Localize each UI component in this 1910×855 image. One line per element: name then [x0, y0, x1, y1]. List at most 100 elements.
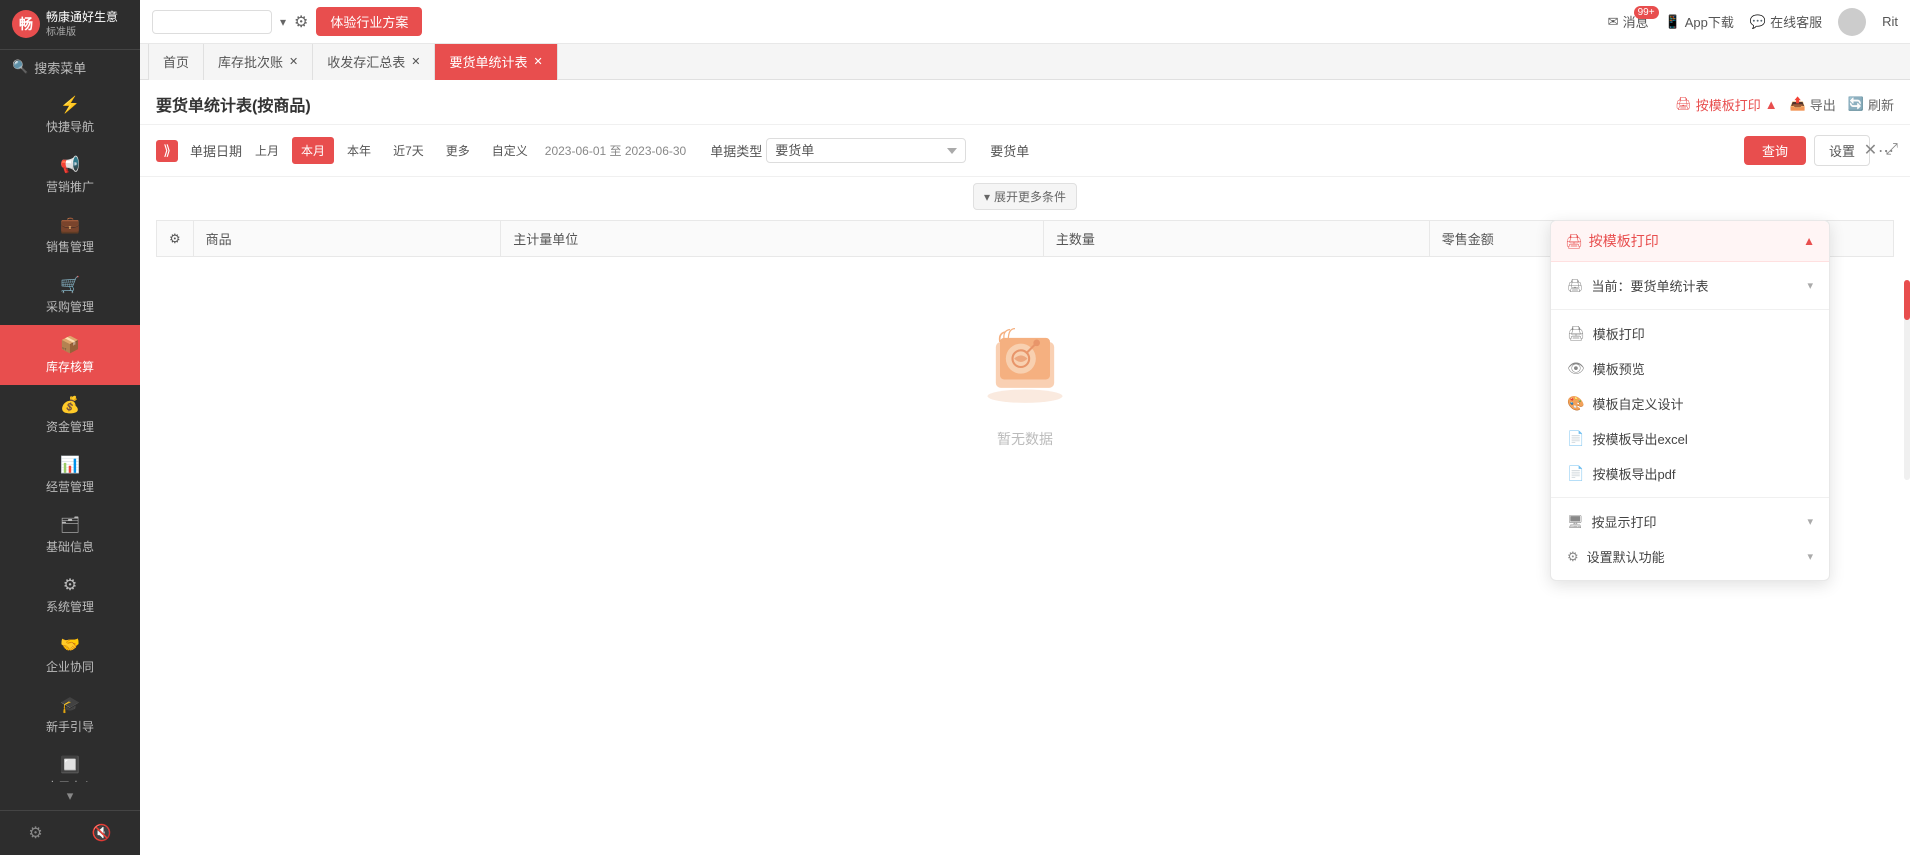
dp-default-fn[interactable]: ⚙ 设置默认功能 ▾	[1551, 539, 1829, 574]
tab-order-stats[interactable]: 要货单统计表 ✕	[435, 44, 557, 80]
refresh-btn[interactable]: 🔄 刷新	[1848, 95, 1894, 114]
sidebar-scroll-down[interactable]: ▾	[0, 782, 140, 810]
sidebar-item-operation[interactable]: 📊 经营管理	[0, 445, 140, 505]
date-btn-current-month[interactable]: 本月	[292, 137, 334, 164]
sidebar-item-quick-nav[interactable]: ⚡ 快捷导航	[0, 85, 140, 145]
exp-btn[interactable]: 体验行业方案	[316, 7, 422, 36]
inventory-icon: 📦	[60, 335, 80, 355]
tab-close-collection-summary[interactable]: ✕	[411, 55, 420, 68]
sidebar-item-collab[interactable]: 🤝 企业协同	[0, 625, 140, 685]
dp-display-print-icon: 🖥	[1567, 514, 1584, 530]
expand-arrow-icon: ▾	[984, 190, 990, 204]
dp-template-design[interactable]: 🎨 模板自定义设计	[1551, 386, 1829, 421]
dp-collapse-arrow[interactable]: ▲	[1803, 234, 1815, 248]
tab-inventory-batch[interactable]: 库存批次账 ✕	[204, 44, 313, 80]
app-download-btn[interactable]: 📱 App下载	[1665, 12, 1734, 31]
order-type-section: 单据类型 要货单	[710, 138, 966, 163]
refresh-icon: 🔄	[1848, 96, 1864, 112]
sidebar-item-purchase[interactable]: 🛒 采购管理	[0, 265, 140, 325]
col-qty: 主数量	[1043, 221, 1429, 257]
print-btn[interactable]: 🖨 按模板打印 ▲	[1675, 95, 1777, 114]
dp-expand-section: 🖥 按显示打印 ▾ ⚙ 设置默认功能 ▾	[1551, 498, 1829, 580]
date-btn-prev-month[interactable]: 上月	[246, 137, 288, 164]
sidebar-item-inventory[interactable]: 📦 库存核算	[0, 325, 140, 385]
search-menu[interactable]: 🔍 搜索菜单	[0, 50, 140, 85]
dp-print-icon: 🖨	[1565, 233, 1583, 250]
dp-template-print-icon: 🖨	[1567, 325, 1585, 342]
date-btn-last7days[interactable]: 近7天	[384, 137, 433, 164]
date-btn-more[interactable]: 更多	[437, 137, 479, 164]
message-badge: 99+	[1634, 6, 1659, 19]
query-btn[interactable]: 查询	[1744, 136, 1806, 165]
order-type-select[interactable]: 要货单	[766, 138, 966, 163]
export-icon: 📤	[1790, 96, 1806, 112]
sidebar-item-apps[interactable]: 🔲 应用中心	[0, 745, 140, 782]
sidebar-nav: ⚡ 快捷导航 📢 营销推广 💼 销售管理 🛒 采购管理 📦 库存核算 💰 资金管…	[0, 85, 140, 782]
topbar-dropdown-arrow[interactable]: ▾	[280, 15, 286, 29]
avatar[interactable]	[1838, 8, 1866, 36]
dp-template-pdf[interactable]: 📄 按模板导出pdf	[1551, 456, 1829, 491]
guide-icon: 🎓	[60, 695, 80, 715]
service-icon: 💬	[1750, 14, 1766, 30]
filter-expand-toggle[interactable]: ⟫	[156, 140, 178, 162]
expand-more-btn[interactable]: ▾ 展开更多条件	[973, 183, 1077, 210]
dp-template-preview[interactable]: 👁 模板预览	[1551, 351, 1829, 386]
operation-icon: 📊	[60, 455, 80, 475]
message-icon: ✉	[1608, 14, 1619, 30]
content-scrollbar[interactable]	[1904, 280, 1910, 480]
message-btn[interactable]: ✉ 消息 99+	[1608, 12, 1649, 31]
dp-template-print[interactable]: 🖨 模板打印	[1551, 316, 1829, 351]
sidebar-bottom: ⚙ 🔇	[0, 810, 140, 855]
settings-icon[interactable]: ⚙	[24, 819, 46, 847]
order-cat-section: 要货单	[990, 141, 1029, 160]
tab-close-order-stats[interactable]: ✕	[534, 55, 543, 68]
marketing-icon: 📢	[60, 155, 80, 175]
expand-more-row: ▾ 展开更多条件	[140, 177, 1910, 220]
app-title: 畅康通好生意	[46, 10, 118, 26]
tab-close-inventory-batch[interactable]: ✕	[289, 55, 298, 68]
settings-filter-btn[interactable]: 设置	[1814, 135, 1870, 166]
tab-collection-summary[interactable]: 收发存汇总表 ✕	[313, 44, 435, 80]
sidebar: 畅 畅康通好生意 标准版 🔍 搜索菜单 ⚡ 快捷导航 📢 营销推广 💼 销售管理…	[0, 0, 140, 855]
win-controls: ✕ ⤢	[1864, 140, 1898, 160]
export-btn[interactable]: 📤 导出	[1790, 95, 1836, 114]
topbar-search-input[interactable]	[152, 10, 272, 34]
sidebar-item-sales[interactable]: 💼 销售管理	[0, 205, 140, 265]
dp-current-template[interactable]: 🖨 当前：要货单统计表 ▾	[1551, 268, 1829, 303]
page-header: 要货单统计表(按商品) 🖨 按模板打印 ▲ 📤 导出 🔄 刷新	[140, 80, 1910, 125]
user-name: Rit	[1882, 14, 1898, 29]
print-dropdown-panel: 🖨 按模板打印 ▲ 🖨 当前：要货单统计表 ▾ 🖨 模板打印	[1550, 220, 1830, 581]
win-close-btn[interactable]: ✕	[1864, 140, 1877, 160]
win-maximize-btn[interactable]: ⤢	[1885, 141, 1898, 159]
mute-icon[interactable]: 🔇	[88, 819, 116, 847]
date-btn-current-year[interactable]: 本年	[338, 137, 380, 164]
dp-display-print[interactable]: 🖥 按显示打印 ▾	[1551, 504, 1829, 539]
tab-home[interactable]: 首页	[148, 44, 204, 80]
empty-illustration	[975, 317, 1075, 417]
topbar-gear-icon[interactable]: ⚙	[294, 12, 308, 32]
sidebar-item-guide[interactable]: 🎓 新手引导	[0, 685, 140, 745]
online-service-btn[interactable]: 💬 在线客服	[1750, 12, 1822, 31]
sidebar-item-system[interactable]: ⚙ 系统管理	[0, 565, 140, 625]
logo-icon: 畅	[12, 10, 40, 38]
sidebar-item-marketing[interactable]: 📢 营销推广	[0, 145, 140, 205]
col-product: 商品	[193, 221, 501, 257]
sidebar-item-base[interactable]: 🗂 基础信息	[0, 505, 140, 565]
quick-nav-icon: ⚡	[60, 95, 80, 115]
dp-template-preview-icon: 👁	[1567, 360, 1585, 377]
col-settings[interactable]: ⚙	[157, 221, 194, 257]
filter-bar: ⟫ 单据日期 上月 本月 本年 近7天 更多 自定义 2023-06-01 至 …	[140, 125, 1910, 177]
date-range-display: 2023-06-01 至 2023-06-30	[545, 142, 686, 159]
dp-header[interactable]: 🖨 按模板打印 ▲	[1551, 221, 1829, 262]
finance-icon: 💰	[60, 395, 80, 415]
dp-template-excel[interactable]: 📄 按模板导出excel	[1551, 421, 1829, 456]
date-btn-custom[interactable]: 自定义	[483, 137, 537, 164]
app-sub: 标准版	[46, 26, 118, 39]
main-area: ▾ ⚙ 体验行业方案 ✉ 消息 99+ 📱 App下载 💬 在线客服 Rit 首…	[140, 0, 1910, 855]
dp-template-excel-icon: 📄	[1567, 430, 1584, 447]
sidebar-item-finance[interactable]: 💰 资金管理	[0, 385, 140, 445]
base-icon: 🗂	[60, 515, 80, 535]
page-actions: 🖨 按模板打印 ▲ 📤 导出 🔄 刷新	[1675, 95, 1894, 114]
dp-current-section: 🖨 当前：要货单统计表 ▾	[1551, 262, 1829, 310]
dp-default-fn-icon: ⚙	[1567, 549, 1579, 565]
